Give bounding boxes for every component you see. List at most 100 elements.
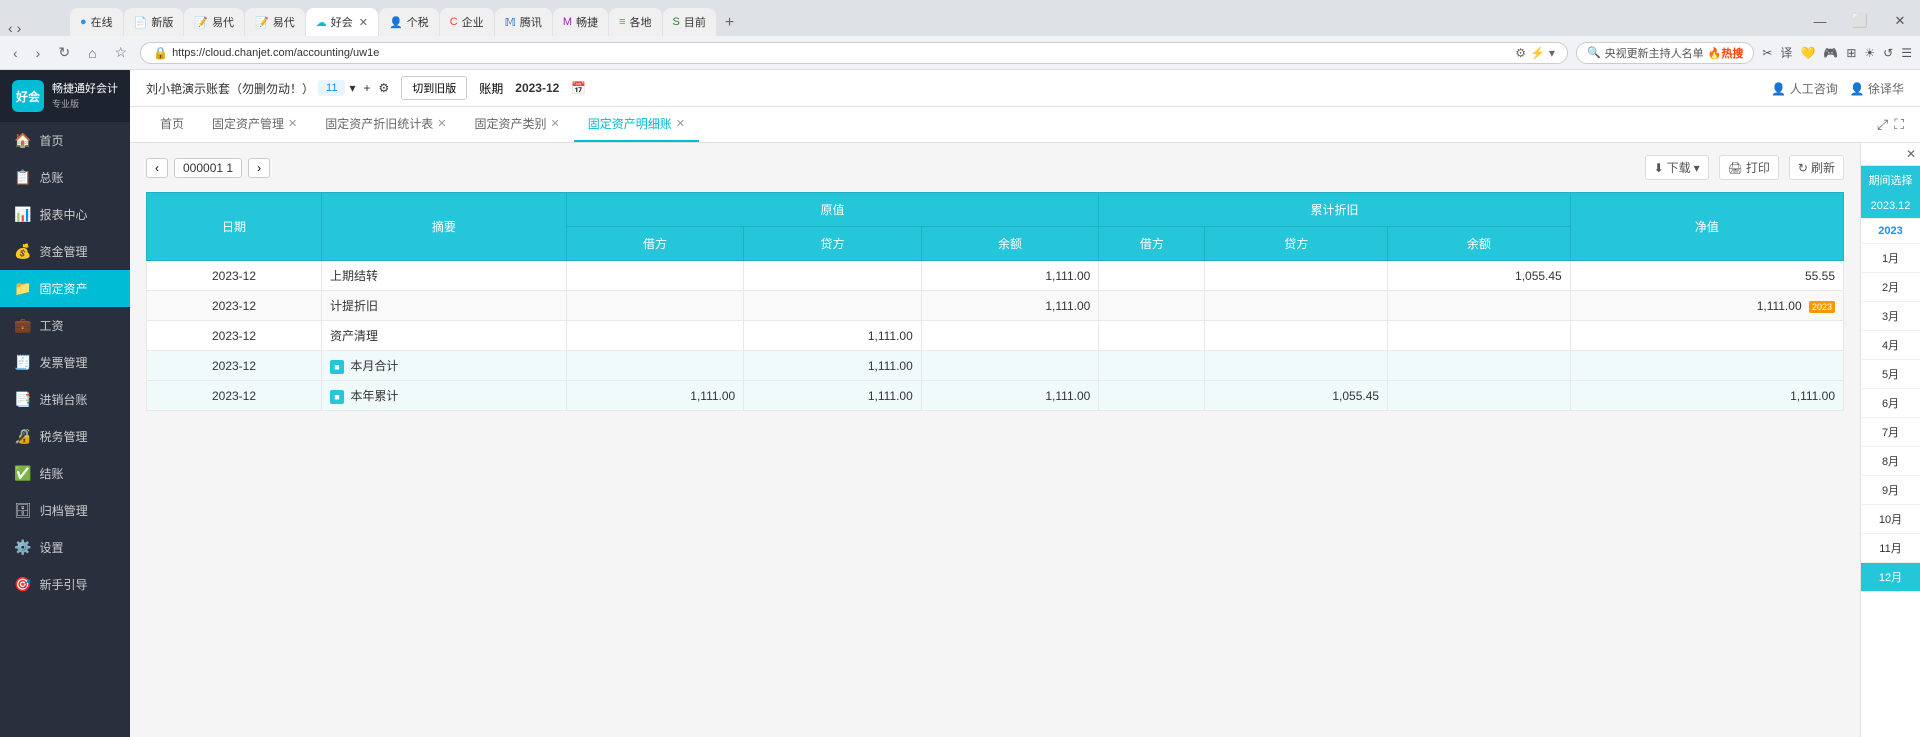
purchase-icon: 📑: [14, 391, 31, 408]
reload-btn[interactable]: ↻: [53, 42, 75, 63]
tab-changjie[interactable]: M 畅捷: [553, 8, 608, 36]
next-page-btn[interactable]: ›: [248, 158, 270, 178]
tab-gedi[interactable]: ≡ 各地: [609, 8, 661, 36]
period-item-aug[interactable]: 8月: [1861, 447, 1920, 476]
row3-orig-credit: 1,111.00: [744, 321, 922, 351]
sidebar-item-reports[interactable]: 📊 报表中心: [0, 196, 130, 233]
fullscreen-icon[interactable]: ⛶: [1894, 116, 1904, 133]
period-panel: ✕ 期间选择 2023.12 2023 1月 2月 3月 4月 5月 6月 7月…: [1860, 143, 1920, 737]
page-tab-asset-category[interactable]: 固定资产类别 ✕: [460, 107, 573, 142]
tab-muqian[interactable]: S 目前: [663, 8, 716, 36]
forward-btn[interactable]: ›: [31, 43, 46, 63]
download-btn[interactable]: ⬇ 下载 ▾: [1645, 155, 1709, 180]
page-tab-assets-mgmt[interactable]: 固定资产管理 ✕: [198, 107, 311, 142]
period-item-nov[interactable]: 11月: [1861, 534, 1920, 563]
address-bar[interactable]: 🔒 https://cloud.chanjet.com/accounting/u…: [140, 42, 1568, 64]
tab-haohui-close[interactable]: ✕: [359, 16, 368, 29]
sidebar-item-general-ledger[interactable]: 📋 总账: [0, 159, 130, 196]
grid-icon: ⊞: [1846, 46, 1856, 60]
sidebar-item-settings[interactable]: ⚙️ 设置: [0, 529, 130, 566]
page-tab-asset-ledger[interactable]: 固定资产明细账 ✕: [574, 107, 699, 142]
sidebar-item-funds[interactable]: 💰 资金管理: [0, 233, 130, 270]
page-tab-dep-stats-close[interactable]: ✕: [437, 117, 446, 130]
tab-new[interactable]: 📄 新版: [124, 8, 184, 36]
sidebar-item-purchase-sales[interactable]: 📑 进销台账: [0, 381, 130, 418]
assets-icon: 📁: [14, 280, 31, 297]
period-item-mar[interactable]: 3月: [1861, 302, 1920, 331]
account-info: 刘小艳演示账套（勿删勿动！） 11 ▾ + ⚙: [146, 80, 389, 97]
sidebar-item-home[interactable]: 🏠 首页: [0, 122, 130, 159]
prev-page-btn[interactable]: ‹: [146, 158, 168, 178]
ledger-main: ‹ 000001 1 › ⬇ 下载 ▾: [130, 143, 1860, 737]
browser-forward-btn[interactable]: ›: [17, 20, 22, 36]
period-item-feb[interactable]: 2月: [1861, 273, 1920, 302]
sidebar-item-payroll[interactable]: 💼 工资: [0, 307, 130, 344]
row2-orig-debit: [566, 291, 744, 321]
switch-old-version-btn[interactable]: 切到旧版: [401, 76, 467, 100]
tab-yidai2[interactable]: 📝 易代: [245, 8, 305, 36]
flash-icon: ⚡: [1530, 46, 1545, 60]
page-tab-assets-mgmt-close[interactable]: ✕: [288, 117, 297, 130]
sidebar-item-fixed-assets[interactable]: 📁 固定资产: [0, 270, 130, 307]
main-content: 刘小艳演示账套（勿删勿动！） 11 ▾ + ⚙ 切到旧版 账期 2023-12 …: [130, 70, 1920, 737]
sidebar-item-invoice[interactable]: 🧾 发票管理: [0, 344, 130, 381]
period-item-jul[interactable]: 7月: [1861, 418, 1920, 447]
period-item-jun[interactable]: 6月: [1861, 389, 1920, 418]
browser-back-btn[interactable]: ‹: [8, 20, 13, 36]
ai-consult-btn[interactable]: 👤 人工咨询: [1771, 80, 1837, 97]
add-account-btn[interactable]: +: [363, 81, 370, 95]
period-item-oct[interactable]: 10月: [1861, 505, 1920, 534]
period-item-sep[interactable]: 9月: [1861, 476, 1920, 505]
row4-orig-credit: 1,111.00: [744, 351, 922, 381]
calendar-icon[interactable]: 📅: [571, 81, 586, 95]
refresh-btn[interactable]: ↻ 刷新: [1789, 155, 1844, 180]
settings-account-btn[interactable]: ⚙: [378, 81, 389, 95]
th-summary: 摘要: [321, 193, 566, 261]
browser-tab-bar: ‹ › ● 在线 📄 新版 📝 易代 📝 易代 ☁ 好会 ✕ 👤 个税: [0, 0, 1920, 36]
th-original-value: 原值: [566, 193, 1099, 227]
expand-icon[interactable]: ⤢: [1877, 116, 1888, 133]
dropdown-account-icon[interactable]: ▾: [349, 81, 355, 95]
tab-qiye[interactable]: C 企业: [440, 8, 494, 36]
ssl-icon: 🔒: [153, 46, 168, 60]
user-menu-btn[interactable]: 👤 徐译华: [1850, 80, 1904, 97]
tab-tencent[interactable]: 𝕄 腾讯: [495, 8, 552, 36]
tab-haohui[interactable]: ☁ 好会 ✕: [306, 8, 378, 36]
print-icon: 🖨: [1728, 161, 1743, 175]
row4-acc-balance: [1388, 351, 1571, 381]
sidebar-item-guide[interactable]: 🎯 新手引导: [0, 566, 130, 603]
sidebar-item-archive[interactable]: 🗄 归档管理: [0, 492, 130, 529]
search-box[interactable]: 🔍 央视更新主持人名单 🔥热搜: [1576, 42, 1754, 64]
home-btn[interactable]: ⌂: [83, 43, 101, 63]
tab-geshui[interactable]: 👤 个税: [379, 8, 439, 36]
tab-yidai1[interactable]: 📝 易代: [184, 8, 244, 36]
period-panel-title: 期间选择: [1861, 166, 1920, 194]
period-label: 账期: [479, 80, 503, 97]
maximize-btn[interactable]: ⬜: [1840, 6, 1880, 36]
row4-acc-credit: [1205, 351, 1388, 381]
period-item-2023[interactable]: 2023: [1861, 219, 1920, 244]
page-tab-home[interactable]: 首页: [146, 107, 198, 142]
period-panel-close-btn[interactable]: ✕: [1906, 147, 1916, 161]
period-item-jan[interactable]: 1月: [1861, 244, 1920, 273]
period-value: 2023-12: [515, 81, 559, 95]
sidebar-item-tax[interactable]: 🔏 税务管理: [0, 418, 130, 455]
row4-orig-debit: [566, 351, 744, 381]
close-btn[interactable]: ✕: [1880, 6, 1920, 36]
period-item-apr[interactable]: 4月: [1861, 331, 1920, 360]
new-tab-btn[interactable]: +: [717, 10, 742, 36]
page-tab-depreciation-stats[interactable]: 固定资产折旧统计表 ✕: [311, 107, 460, 142]
back-btn[interactable]: ‹: [8, 43, 23, 63]
page-tab-ledger-close[interactable]: ✕: [676, 117, 685, 130]
period-item-2023-12[interactable]: 2023.12: [1861, 194, 1920, 219]
bookmark-btn[interactable]: ☆: [110, 42, 133, 63]
account-name: 刘小艳演示账套（勿删勿动！）: [146, 80, 314, 97]
period-item-may[interactable]: 5月: [1861, 360, 1920, 389]
print-btn[interactable]: 🖨 打印: [1719, 155, 1779, 180]
tab-online[interactable]: ● 在线: [70, 8, 123, 36]
guide-icon: 🎯: [14, 576, 31, 593]
sidebar-item-close[interactable]: ✅ 结账: [0, 455, 130, 492]
period-item-dec[interactable]: 12月: [1861, 563, 1920, 592]
minimize-btn[interactable]: —: [1800, 6, 1840, 36]
page-tab-category-close[interactable]: ✕: [551, 117, 560, 130]
